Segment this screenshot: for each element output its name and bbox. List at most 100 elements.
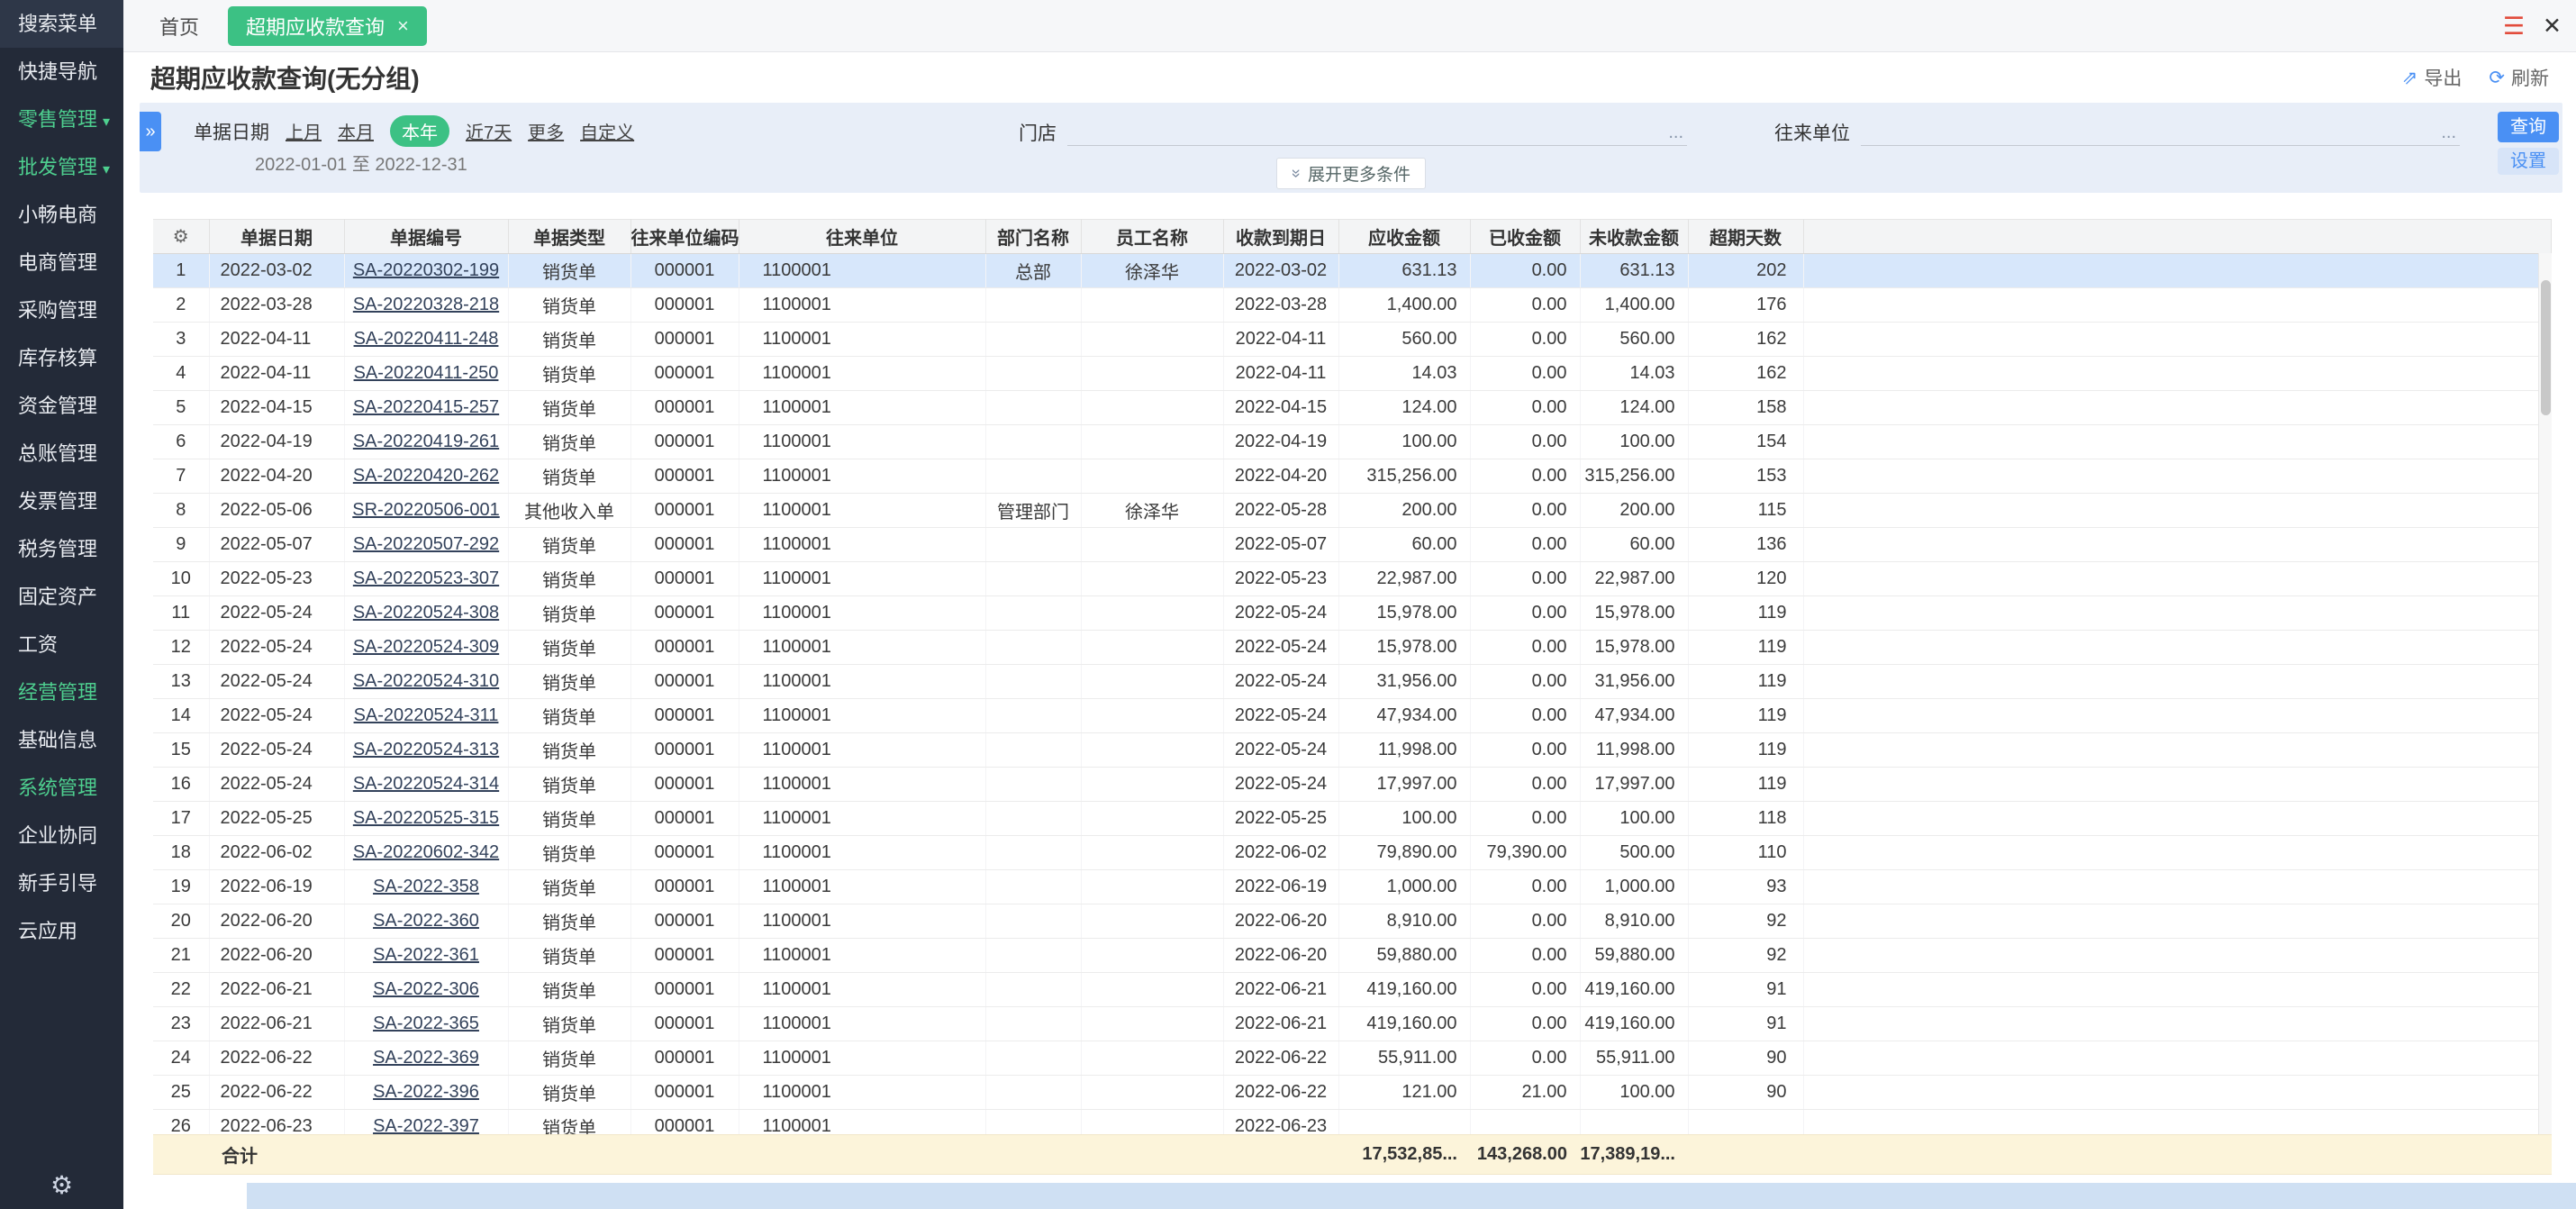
document-link[interactable]: SA-2022-365: [373, 1014, 479, 1033]
table-row[interactable]: 5 2022-04-15 SA-20220415-257 销货单 000001 11000…: [153, 390, 2552, 425]
table-row[interactable]: 15 2022-05-24 SA-20220524-313 销货单 000001 1100…: [153, 732, 2552, 768]
table-row[interactable]: 24 2022-06-22 SA-2022-369 销货单 000001 1100001 2…: [153, 1041, 2552, 1076]
store-picker-icon[interactable]: ...: [1668, 123, 1683, 143]
document-link[interactable]: SA-20220411-250: [354, 363, 499, 383]
sidebar-item[interactable]: 总账管理: [0, 430, 123, 477]
document-link[interactable]: SA-20220302-199: [353, 260, 499, 280]
search-button[interactable]: 查询: [2498, 112, 2559, 142]
table-row[interactable]: 21 2022-06-20 SA-2022-361 销货单 000001 1100001 2…: [153, 938, 2552, 973]
table-row[interactable]: 9 2022-05-07 SA-20220507-292 销货单 000001 11000…: [153, 527, 2552, 562]
date-quick-option[interactable]: 更多: [528, 118, 564, 144]
date-quick-option[interactable]: 上月: [286, 118, 322, 144]
date-range-value[interactable]: 2022-01-01 至 2022-12-31: [255, 150, 467, 176]
table-row[interactable]: 1 2022-03-02 SA-20220302-199 销货单 000001 11000…: [153, 253, 2552, 288]
sidebar-item[interactable]: 税务管理: [0, 525, 123, 573]
sidebar-item[interactable]: 电商管理: [0, 239, 123, 286]
document-link[interactable]: SA-20220328-218: [353, 295, 499, 314]
customer-picker-icon[interactable]: ...: [2441, 123, 2456, 143]
table-row[interactable]: 16 2022-05-24 SA-20220524-314 销货单 000001 1100…: [153, 767, 2552, 802]
sidebar-item[interactable]: 工资: [0, 621, 123, 668]
document-link[interactable]: SA-20220415-257: [353, 397, 499, 417]
sidebar-item[interactable]: 新手引导: [0, 859, 123, 907]
document-link[interactable]: SA-20220524-310: [353, 671, 499, 691]
sidebar-item-label: 云应用: [18, 920, 78, 942]
document-link[interactable]: SA-20220602-342: [353, 842, 499, 862]
table-row[interactable]: 12 2022-05-24 SA-20220524-309 销货单 000001 1100…: [153, 630, 2552, 665]
menu-icon[interactable]: ☰: [2503, 13, 2525, 41]
document-link[interactable]: SA-2022-396: [373, 1082, 479, 1102]
tab-home[interactable]: 首页: [136, 12, 222, 41]
sidebar-item[interactable]: 搜索菜单: [0, 0, 123, 48]
document-link[interactable]: SA-2022-358: [373, 877, 479, 896]
sidebar-item[interactable]: 库存核算: [0, 334, 123, 382]
date-quick-option[interactable]: 本月: [338, 118, 374, 144]
table-row[interactable]: 22 2022-06-21 SA-2022-306 销货单 000001 1100001 2…: [153, 972, 2552, 1007]
expand-more-conditions-button[interactable]: » 展开更多条件: [1275, 158, 1427, 189]
document-link[interactable]: SA-20220420-262: [353, 466, 499, 486]
sidebar-item[interactable]: 基础信息: [0, 716, 123, 764]
date-quick-option[interactable]: 自定义: [580, 118, 634, 144]
document-link[interactable]: SA-20220524-309: [353, 637, 499, 657]
document-link[interactable]: SA-2022-369: [373, 1048, 479, 1068]
settings-gear-icon[interactable]: ⚙: [0, 1170, 123, 1200]
column-settings-icon[interactable]: ⚙: [153, 219, 210, 254]
sidebar-item[interactable]: 零售管理 ▾: [0, 95, 123, 143]
table-row[interactable]: 19 2022-06-19 SA-2022-358 销货单 000001 1100001 2…: [153, 869, 2552, 904]
document-link[interactable]: SA-2022-361: [373, 945, 479, 965]
document-link[interactable]: SR-20220506-001: [352, 500, 499, 520]
date-quick-option[interactable]: 本年: [390, 115, 449, 147]
sidebar-item[interactable]: 采购管理: [0, 286, 123, 334]
table-row[interactable]: 13 2022-05-24 SA-20220524-310 销货单 000001 1100…: [153, 664, 2552, 699]
collapse-filter-button[interactable]: »: [140, 112, 161, 151]
document-link[interactable]: SA-20220524-314: [353, 774, 499, 794]
sidebar-item[interactable]: 快捷导航: [0, 48, 123, 95]
tab-active[interactable]: 超期应收款查询 ×: [228, 5, 427, 46]
table-row[interactable]: 20 2022-06-20 SA-2022-360 销货单 000001 1100001 2…: [153, 904, 2552, 939]
table-row[interactable]: 17 2022-05-25 SA-20220525-315 销货单 000001 1100…: [153, 801, 2552, 836]
refresh-button[interactable]: ⟳ 刷新: [2489, 64, 2549, 91]
table-row[interactable]: 18 2022-06-02 SA-20220602-342 销货单 000001 1100…: [153, 835, 2552, 870]
table-row[interactable]: 6 2022-04-19 SA-20220419-261 销货单 000001 11000…: [153, 424, 2552, 459]
store-input[interactable]: ...: [1067, 119, 1687, 146]
export-button[interactable]: ⇗ 导出: [2402, 64, 2463, 91]
document-link[interactable]: SA-20220524-308: [353, 603, 499, 623]
table-row[interactable]: 14 2022-05-24 SA-20220524-311 销货单 000001 1100…: [153, 698, 2552, 733]
sidebar-item[interactable]: 系统管理: [0, 764, 123, 812]
sidebar-item[interactable]: 小畅电商: [0, 191, 123, 239]
document-link[interactable]: SA-20220507-292: [353, 534, 499, 554]
document-link[interactable]: SA-20220524-313: [353, 740, 499, 759]
close-icon[interactable]: ✕: [2543, 13, 2562, 40]
customer-input[interactable]: ...: [1861, 119, 2460, 146]
table-row[interactable]: 23 2022-06-21 SA-2022-365 销货单 000001 1100001 2…: [153, 1006, 2552, 1041]
date-quick-option[interactable]: 近7天: [466, 118, 512, 144]
sidebar-item[interactable]: 批发管理 ▾: [0, 143, 123, 191]
table-row[interactable]: 10 2022-05-23 SA-20220523-307 销货单 000001 1100…: [153, 561, 2552, 596]
document-link[interactable]: SA-2022-360: [373, 911, 479, 931]
vertical-scrollbar[interactable]: [2538, 253, 2552, 1134]
sidebar-item[interactable]: 经营管理: [0, 668, 123, 716]
sidebar-item[interactable]: 固定资产: [0, 573, 123, 621]
table-row[interactable]: 8 2022-05-06 SR-20220506-001 其他收入单 000001 110…: [153, 493, 2552, 528]
cell: 119: [1688, 767, 1804, 802]
table-row[interactable]: 25 2022-06-22 SA-2022-396 销货单 000001 1100001 2…: [153, 1075, 2552, 1110]
document-link[interactable]: SA-2022-306: [373, 979, 479, 999]
document-link[interactable]: SA-2022-397: [373, 1116, 479, 1134]
tab-close-icon[interactable]: ×: [397, 15, 409, 36]
table-row[interactable]: 4 2022-04-11 SA-20220411-250 销货单 000001 11000…: [153, 356, 2552, 391]
scrollbar-thumb[interactable]: [2541, 280, 2551, 415]
sidebar-item[interactable]: 发票管理: [0, 477, 123, 525]
table-row[interactable]: 7 2022-04-20 SA-20220420-262 销货单 000001 11000…: [153, 459, 2552, 494]
table-row[interactable]: 26 2022-06-23 SA-2022-397 销货单 000001 1100001 2…: [153, 1109, 2552, 1134]
sidebar-item[interactable]: 云应用: [0, 907, 123, 955]
document-link[interactable]: SA-20220523-307: [353, 568, 499, 588]
document-link[interactable]: SA-20220419-261: [353, 432, 499, 451]
table-row[interactable]: 3 2022-04-11 SA-20220411-248 销货单 000001 11000…: [153, 322, 2552, 357]
document-link[interactable]: SA-20220524-311: [354, 705, 499, 725]
table-row[interactable]: 2 2022-03-28 SA-20220328-218 销货单 000001 11000…: [153, 287, 2552, 323]
sidebar-item[interactable]: 企业协同: [0, 812, 123, 859]
document-link[interactable]: SA-20220525-315: [353, 808, 499, 828]
table-row[interactable]: 11 2022-05-24 SA-20220524-308 销货单 000001 1100…: [153, 595, 2552, 631]
sidebar-item[interactable]: 资金管理: [0, 382, 123, 430]
settings-button[interactable]: 设置: [2498, 148, 2559, 175]
document-link[interactable]: SA-20220411-248: [354, 329, 499, 349]
